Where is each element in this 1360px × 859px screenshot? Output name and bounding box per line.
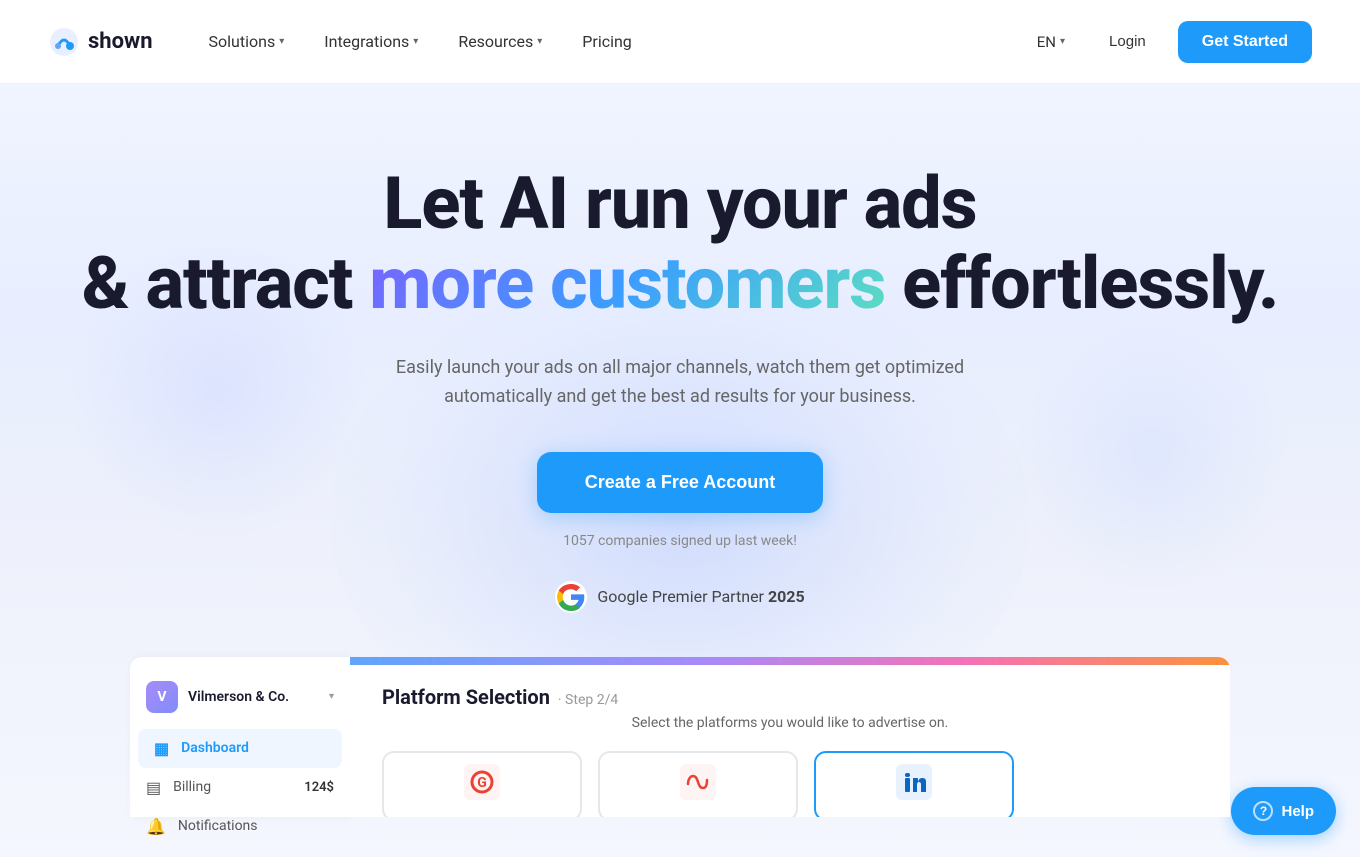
notifications-icon: 🔔 — [146, 817, 166, 836]
hero-title-line2: & attract more customers effortlessly. — [48, 243, 1312, 326]
login-button[interactable]: Login — [1093, 25, 1162, 58]
cta-button[interactable]: Create a Free Account — [537, 452, 823, 513]
navbar: shown Solutions ▾ Integrations ▾ Resourc… — [0, 0, 1360, 84]
nav-item-solutions[interactable]: Solutions ▾ — [193, 24, 301, 59]
chevron-down-icon: ▾ — [329, 691, 334, 702]
sidebar-preview: V Vilmerson & Co. ▾ ▦ Dashboard ▤ Billin… — [130, 657, 350, 817]
logo[interactable]: shown — [48, 26, 153, 58]
hero-subtitle: Easily launch your ads on all major chan… — [390, 354, 970, 412]
dashboard-icon: ▦ — [154, 739, 169, 758]
logo-text: shown — [88, 29, 153, 54]
nav-item-integrations[interactable]: Integrations ▾ — [308, 24, 434, 59]
svg-text:G: G — [477, 775, 487, 791]
preview-container: V Vilmerson & Co. ▾ ▦ Dashboard ▤ Billin… — [130, 657, 1230, 817]
hero-section: Let AI run your ads & attract more custo… — [0, 84, 1360, 857]
chevron-down-icon: ▾ — [1060, 36, 1065, 47]
linkedin-icon — [896, 764, 932, 807]
navbar-right: EN ▾ Login Get Started — [1025, 21, 1312, 63]
platform-card-meta[interactable] — [598, 751, 798, 817]
platform-selection-title: Platform Selection · Step 2/4 — [382, 685, 1198, 709]
nav-item-pricing[interactable]: Pricing — [566, 24, 648, 59]
platform-card-linkedin[interactable] — [814, 751, 1014, 817]
nav-item-resources[interactable]: Resources ▾ — [442, 24, 558, 59]
dashboard-preview: V Vilmerson & Co. ▾ ▦ Dashboard ▤ Billin… — [48, 657, 1312, 817]
nav-links: Solutions ▾ Integrations ▾ Resources ▾ P… — [193, 24, 648, 59]
google-partner-badge: Google Premier Partner 2025 — [555, 581, 804, 613]
logo-icon — [48, 26, 80, 58]
chevron-down-icon: ▾ — [537, 36, 542, 47]
platform-cards: G — [382, 751, 1198, 817]
platform-card-google[interactable]: G — [382, 751, 582, 817]
sidebar-item-notifications[interactable]: 🔔 Notifications — [130, 807, 350, 846]
get-started-button[interactable]: Get Started — [1178, 21, 1312, 63]
progress-bar — [350, 657, 1230, 665]
company-name: Vilmerson & Co. — [188, 689, 289, 705]
platform-subtitle: Select the platforms you would like to a… — [382, 715, 1198, 731]
sidebar-item-billing[interactable]: ▤ Billing 124$ — [130, 768, 350, 807]
hero-title-highlight: more customers — [369, 241, 885, 326]
hero-title-line1: Let AI run your ads — [48, 164, 1312, 243]
hero-content: Let AI run your ads & attract more custo… — [48, 164, 1312, 817]
billing-icon: ▤ — [146, 778, 161, 797]
sidebar-company[interactable]: V Vilmerson & Co. ▾ — [130, 673, 350, 729]
main-preview: Platform Selection · Step 2/4 Select the… — [350, 657, 1230, 817]
billing-badge: 124$ — [304, 780, 334, 795]
sidebar-item-dashboard[interactable]: ▦ Dashboard — [138, 729, 342, 768]
navbar-left: shown Solutions ▾ Integrations ▾ Resourc… — [48, 24, 648, 59]
language-selector[interactable]: EN ▾ — [1025, 25, 1077, 59]
chevron-down-icon: ▾ — [413, 36, 418, 47]
social-proof-text: 1057 companies signed up last week! — [48, 533, 1312, 549]
google-ads-icon: G — [464, 764, 500, 807]
company-avatar: V — [146, 681, 178, 713]
platform-step: · Step 2/4 — [558, 692, 618, 708]
google-logo-icon — [555, 581, 587, 613]
chevron-down-icon: ▾ — [279, 36, 284, 47]
main-content: Platform Selection · Step 2/4 Select the… — [350, 665, 1230, 817]
meta-icon — [680, 764, 716, 807]
